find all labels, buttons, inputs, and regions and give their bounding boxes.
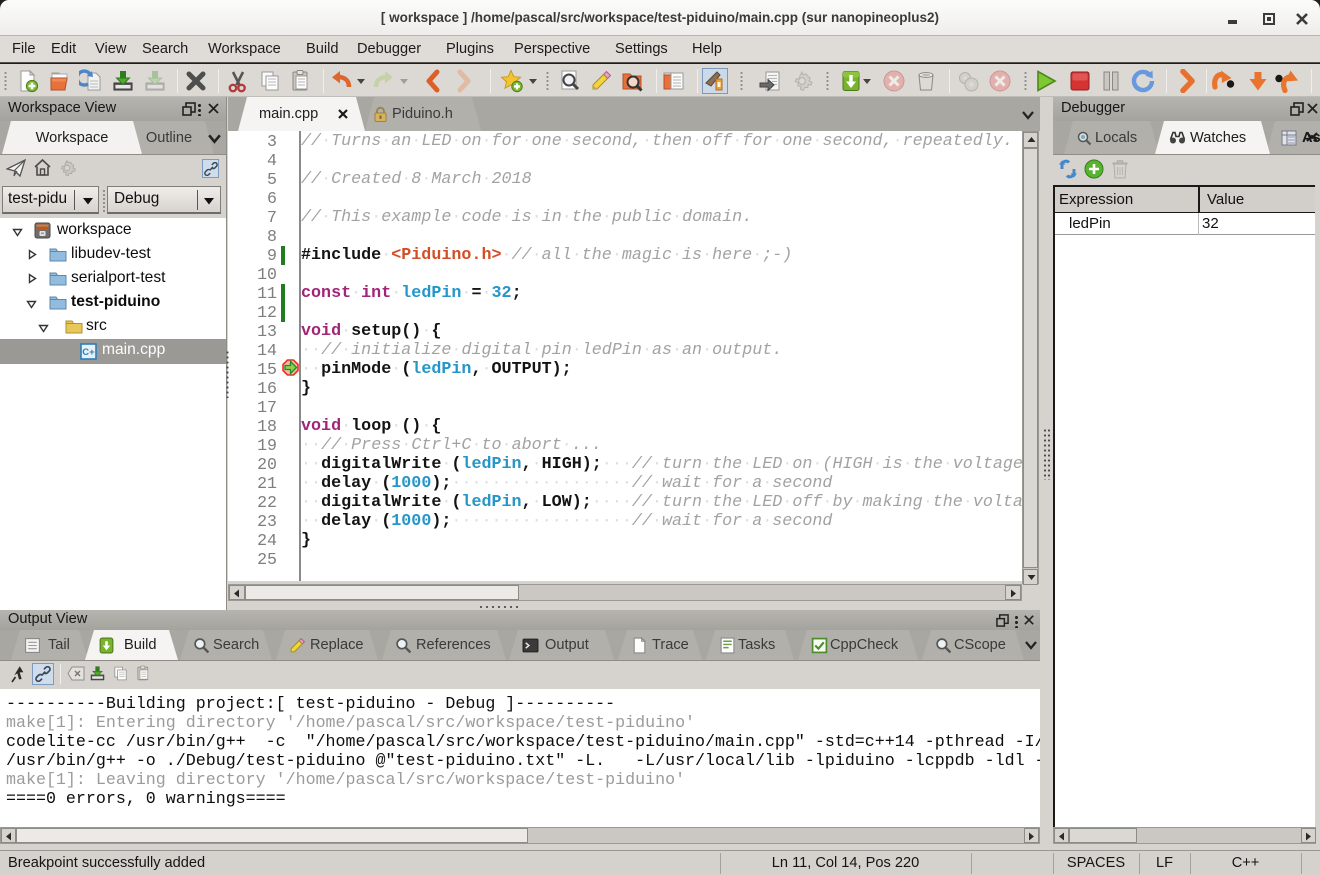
svg-text:C+: C+ [82, 347, 95, 358]
